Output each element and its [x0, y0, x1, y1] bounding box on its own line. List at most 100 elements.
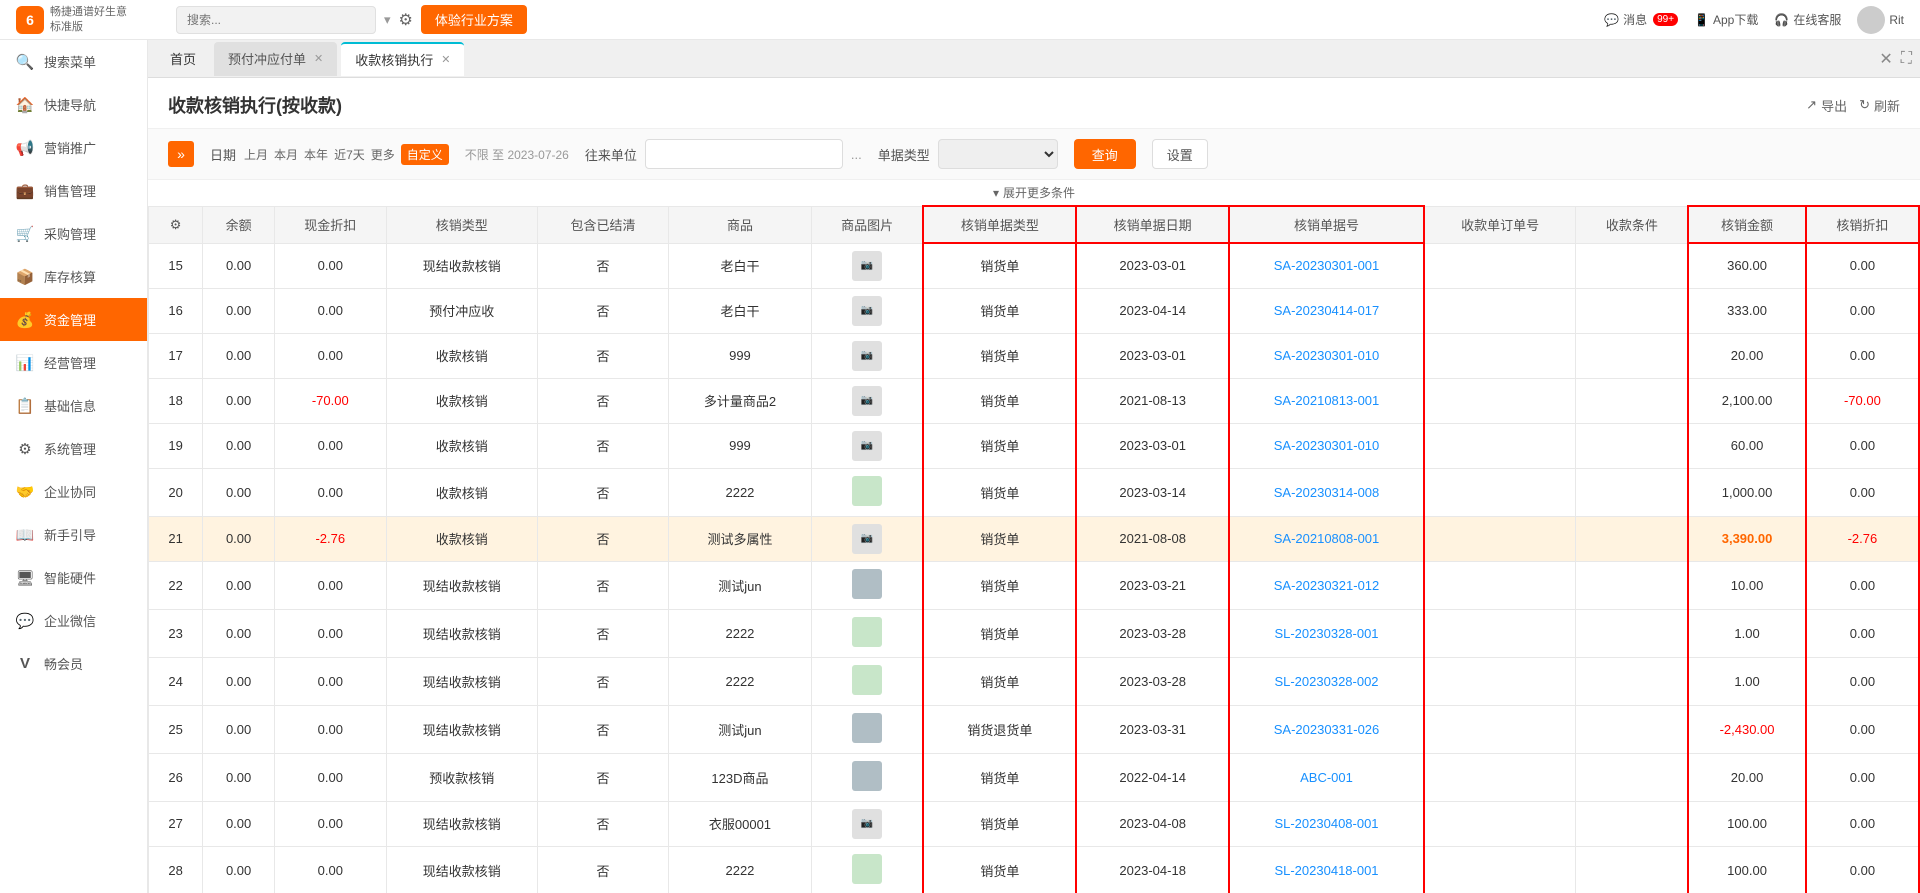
export-button[interactable]: ↗ 导出	[1806, 96, 1847, 115]
cell-writeoff-discount: 0.00	[1806, 423, 1919, 468]
close-tab-btn[interactable]: ✕	[1879, 49, 1892, 69]
sidebar-item-basic-info[interactable]: 📋 基础信息	[0, 384, 147, 427]
cell-writeoff-doc-date: 2023-03-01	[1076, 333, 1229, 378]
avatar	[1857, 6, 1885, 34]
sidebar-item-finance[interactable]: 💰 资金管理	[0, 298, 147, 341]
sidebar-item-marketing[interactable]: 📢 营销推广	[0, 126, 147, 169]
messages-button[interactable]: 💬 消息 99+	[1604, 11, 1678, 28]
table-header-row: ⚙ 余额 现金折扣 核销类型 包含已结清 商品 商品图片 核销单据类型 核销单据…	[149, 206, 1920, 243]
filter-counterpart-group: 往来单位 ...	[585, 139, 862, 169]
sidebar-item-wechat[interactable]: 💬 企业微信	[0, 599, 147, 642]
cell-seq: 18	[149, 378, 203, 423]
cell-writeoff-discount: 0.00	[1806, 846, 1919, 893]
voucher-type-select[interactable]	[938, 139, 1058, 169]
cell-writeoff-doc-no[interactable]: SA-20230301-010	[1229, 333, 1424, 378]
sidebar-item-purchase[interactable]: 🛒 采购管理	[0, 212, 147, 255]
cell-writeoff-doc-type: 销货单	[923, 288, 1076, 333]
cell-writeoff-type: 现结收款核销	[386, 801, 537, 846]
cell-cash-discount: 0.00	[275, 609, 387, 657]
cell-product-image	[811, 705, 923, 753]
cell-include-settled: 否	[537, 561, 668, 609]
date-option-7days[interactable]: 近7天	[334, 146, 365, 163]
cell-receipt-order-no	[1424, 705, 1576, 753]
cell-include-settled: 否	[537, 657, 668, 705]
cell-writeoff-doc-no[interactable]: SL-20230408-001	[1229, 801, 1424, 846]
cell-writeoff-doc-date: 2023-03-28	[1076, 657, 1229, 705]
cell-writeoff-discount: 0.00	[1806, 753, 1919, 801]
tab-prepay-close[interactable]: ✕	[314, 52, 323, 65]
cell-writeoff-doc-no[interactable]: SA-20230321-012	[1229, 561, 1424, 609]
tab-collection-close[interactable]: ✕	[441, 53, 450, 66]
cell-seq: 24	[149, 657, 203, 705]
sidebar-item-search[interactable]: 🔍 搜索菜单	[0, 40, 147, 83]
cell-receipt-order-no	[1424, 516, 1576, 561]
enterprise-icon: 🤝	[16, 483, 34, 501]
hardware-icon: 🖥	[16, 569, 34, 587]
table-row: 17 0.00 0.00 收款核销 否 999 📷 销货单 2023-03-01…	[149, 333, 1920, 378]
query-button[interactable]: 查询	[1074, 139, 1136, 169]
counterpart-input[interactable]	[645, 139, 843, 169]
cell-writeoff-doc-type: 销货单	[923, 243, 1076, 288]
date-option-custom[interactable]: 自定义	[401, 144, 449, 165]
col-header-writeoff-discount: 核销折扣	[1806, 206, 1919, 243]
sidebar-item-hardware[interactable]: 🖥 智能硬件	[0, 556, 147, 599]
tab-home-label: 首页	[170, 49, 196, 68]
cell-writeoff-doc-date: 2023-04-08	[1076, 801, 1229, 846]
sidebar-item-inventory[interactable]: 📦 库存核算	[0, 255, 147, 298]
sidebar-item-operations[interactable]: 📊 经营管理	[0, 341, 147, 384]
gear-icon[interactable]: ⚙	[399, 10, 413, 30]
content-area: 首页 预付冲应付单 ✕ 收款核销执行 ✕ ✕ ⛶ 收款核销执行(按收款)	[148, 40, 1920, 893]
cell-product-image: 📷	[811, 378, 923, 423]
sidebar-item-label: 基础信息	[44, 396, 96, 415]
maximize-tab-btn[interactable]: ⛶	[1901, 50, 1912, 68]
app-download-button[interactable]: 📱 App下载	[1694, 11, 1758, 28]
sidebar-item-member[interactable]: V 畅会员	[0, 642, 147, 685]
tab-prepay[interactable]: 预付冲应付单 ✕	[214, 42, 337, 76]
sidebar-item-sales[interactable]: 💼 销售管理	[0, 169, 147, 212]
refresh-icon: ↻	[1859, 97, 1870, 113]
sidebar-item-guide[interactable]: 📖 新手引导	[0, 513, 147, 556]
cell-writeoff-amount: 3,390.00	[1688, 516, 1806, 561]
settings-button[interactable]: 设置	[1152, 139, 1208, 169]
cell-writeoff-doc-no[interactable]: SA-20230414-017	[1229, 288, 1424, 333]
online-service-button[interactable]: 🎧 在线客服	[1774, 11, 1841, 28]
cell-product-image: 📷	[811, 333, 923, 378]
refresh-button[interactable]: ↻ 刷新	[1859, 96, 1900, 115]
cell-writeoff-doc-no[interactable]: SA-20210808-001	[1229, 516, 1424, 561]
system-icon: ⚙	[16, 440, 34, 458]
cell-writeoff-doc-no[interactable]: ABC-001	[1229, 753, 1424, 801]
cell-writeoff-type: 收款核销	[386, 468, 537, 516]
cell-writeoff-doc-no[interactable]: SA-20210813-001	[1229, 378, 1424, 423]
sidebar-item-enterprise[interactable]: 🤝 企业协同	[0, 470, 147, 513]
solution-button[interactable]: 体验行业方案	[421, 5, 527, 34]
tab-home[interactable]: 首页	[156, 42, 210, 76]
cell-writeoff-doc-no[interactable]: SA-20230301-001	[1229, 243, 1424, 288]
cell-writeoff-amount: -2,430.00	[1688, 705, 1806, 753]
user-menu[interactable]: Rit	[1857, 6, 1904, 34]
filter-toggle-btn[interactable]: »	[168, 141, 194, 167]
date-option-last-month[interactable]: 上月	[244, 146, 268, 163]
cell-product-image	[811, 609, 923, 657]
sidebar-item-system[interactable]: ⚙ 系统管理	[0, 427, 147, 470]
cell-cash-discount: 0.00	[275, 333, 387, 378]
tab-collection[interactable]: 收款核销执行 ✕	[341, 42, 464, 76]
cell-writeoff-doc-no[interactable]: SA-20230314-008	[1229, 468, 1424, 516]
col-header-balance: 余额	[203, 206, 275, 243]
cell-include-settled: 否	[537, 609, 668, 657]
cell-writeoff-doc-no[interactable]: SL-20230328-001	[1229, 609, 1424, 657]
cell-writeoff-amount: 360.00	[1688, 243, 1806, 288]
date-option-more[interactable]: 更多	[371, 146, 395, 163]
cell-writeoff-doc-no[interactable]: SL-20230418-001	[1229, 846, 1424, 893]
cell-receipt-condition	[1576, 423, 1688, 468]
date-option-this-year[interactable]: 本年	[304, 146, 328, 163]
cell-writeoff-amount: 10.00	[1688, 561, 1806, 609]
sidebar-item-quick-nav[interactable]: 🏠 快捷导航	[0, 83, 147, 126]
expand-more-conditions[interactable]: ▾ 展开更多条件	[148, 180, 1920, 205]
cell-product: 2222	[669, 468, 811, 516]
cell-writeoff-doc-no[interactable]: SA-20230331-026	[1229, 705, 1424, 753]
cell-writeoff-doc-no[interactable]: SA-20230301-010	[1229, 423, 1424, 468]
search-input[interactable]	[176, 6, 376, 34]
cell-writeoff-doc-no[interactable]: SL-20230328-002	[1229, 657, 1424, 705]
col-header-writeoff-doc-date: 核销单据日期	[1076, 206, 1229, 243]
date-option-this-month[interactable]: 本月	[274, 146, 298, 163]
